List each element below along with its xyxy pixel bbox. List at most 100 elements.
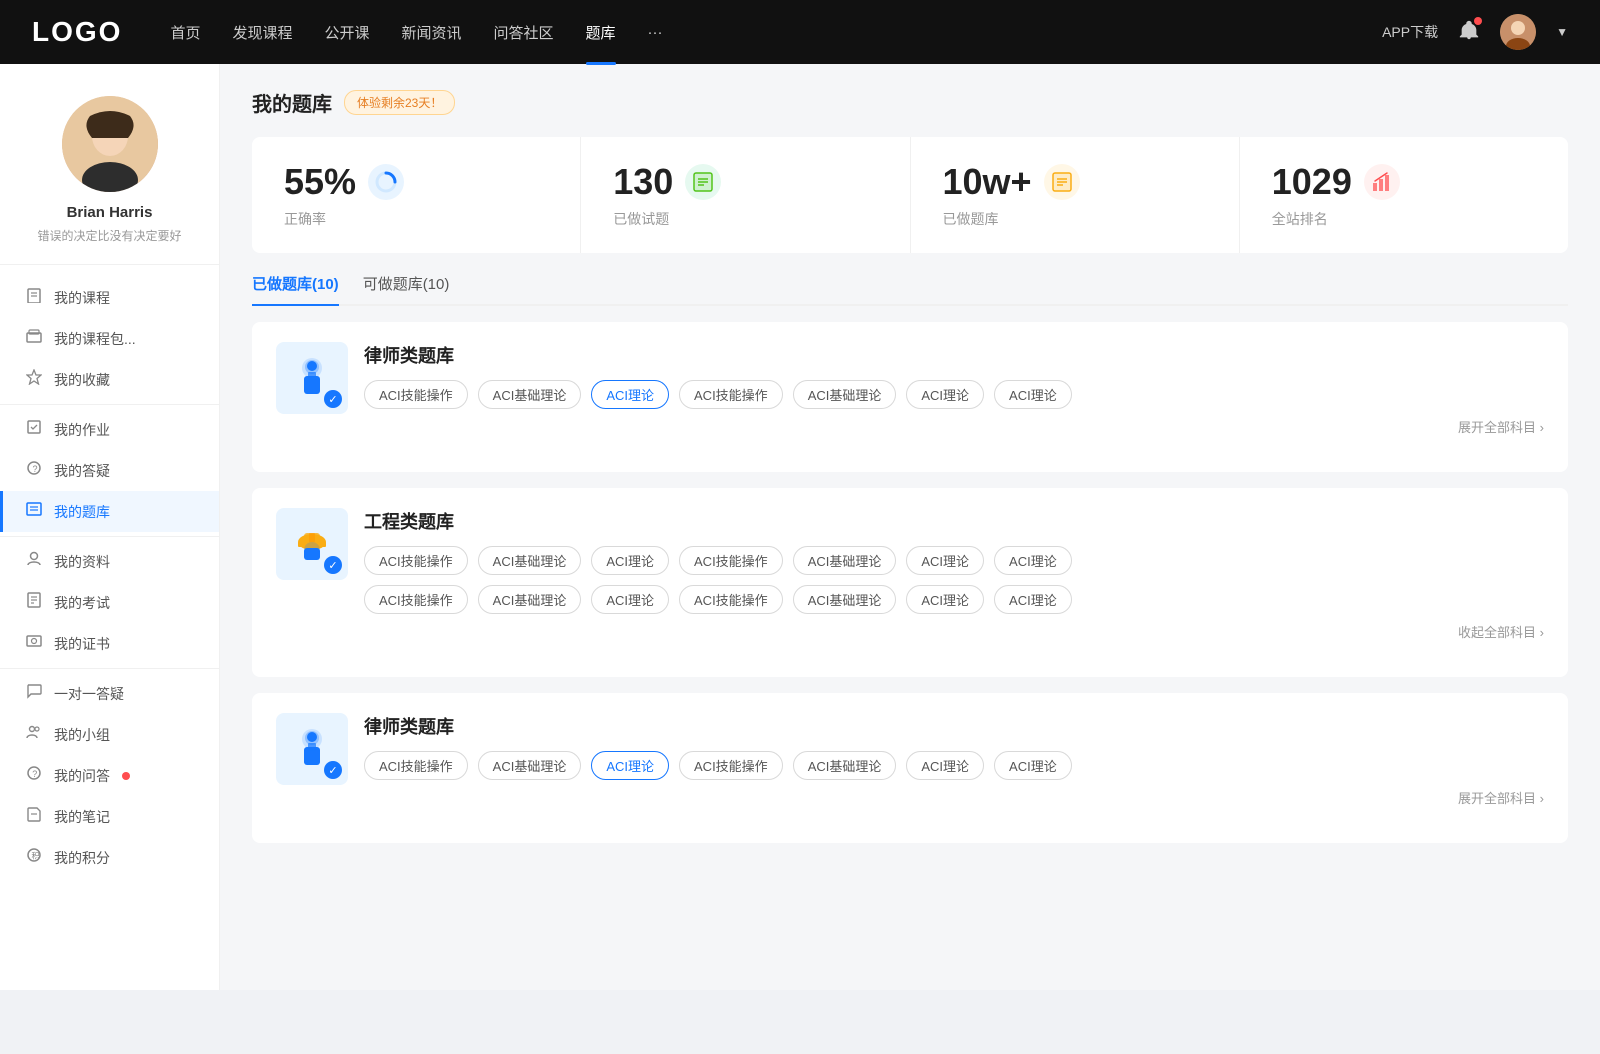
done-banks-icon [1044,164,1080,200]
tag[interactable]: ACI技能操作 [679,585,783,614]
nav-news[interactable]: 新闻资讯 [402,22,462,43]
app-download-button[interactable]: APP下载 [1382,22,1438,42]
tag[interactable]: ACI技能操作 [364,380,468,409]
sidebar-label: 我的课程 [54,288,110,308]
tag[interactable]: ACI基础理论 [478,751,582,780]
tag[interactable]: ACI基础理论 [478,546,582,575]
tag[interactable]: ACI基础理论 [793,585,897,614]
sidebar-item-questions[interactable]: ? 我的答疑 [0,450,219,491]
sidebar-item-my-course[interactable]: 我的课程 [0,277,219,318]
tag[interactable]: ACI理论 [994,585,1072,614]
sidebar-label: 我的题库 [54,502,110,522]
tag[interactable]: ACI技能操作 [364,751,468,780]
tag[interactable]: ACI理论 [994,751,1072,780]
expand-button-lawyer1[interactable]: 展开全部科目 › [364,417,1544,436]
qbank-tags-engineer-row2: ACI技能操作 ACI基础理论 ACI理论 ACI技能操作 ACI基础理论 AC… [364,585,1544,614]
sidebar-label: 我的考试 [54,593,110,613]
tag[interactable]: ACI理论 [994,380,1072,409]
sidebar-item-points[interactable]: 积 我的积分 [0,837,219,878]
nav-home[interactable]: 首页 [170,22,200,43]
nav-discover[interactable]: 发现课程 [232,22,292,43]
sidebar-item-one-on-one[interactable]: 一对一答疑 [0,673,219,714]
nav-qbank[interactable]: 题库 [586,22,616,43]
sidebar-profile: Brian Harris 错误的决定比没有决定要好 [0,96,219,265]
stat-banks-value: 10w+ [943,161,1032,203]
qbank-icon-lawyer2: ✓ [276,713,348,785]
qbank-tags-lawyer2: ACI技能操作 ACI基础理论 ACI理论 ACI技能操作 ACI基础理论 AC… [364,751,1544,780]
package-icon [24,328,44,349]
sidebar-item-exam[interactable]: 我的考试 [0,582,219,623]
sidebar-label: 我的小组 [54,725,110,745]
main-content: 我的题库 体验剩余23天！ 55% 正确率 1 [220,64,1600,990]
sidebar-label: 我的问答 [54,766,110,786]
user-avatar[interactable] [1500,14,1536,50]
tag[interactable]: ACI基础理论 [793,380,897,409]
sidebar-label: 我的课程包... [54,329,136,349]
profile-icon [24,551,44,572]
tag-active[interactable]: ACI理论 [591,380,669,409]
sidebar-avatar-image [62,96,158,192]
done-questions-icon [685,164,721,200]
tag[interactable]: ACI理论 [994,546,1072,575]
tag[interactable]: ACI技能操作 [679,380,783,409]
tag[interactable]: ACI理论 [591,585,669,614]
stat-done-questions: 130 已做试题 [581,137,910,253]
bell-dot [1474,17,1482,25]
sidebar-item-favorites[interactable]: 我的收藏 [0,359,219,400]
check-badge: ✓ [324,390,342,408]
tag[interactable]: ACI基础理论 [793,751,897,780]
svg-text:?: ? [32,769,37,779]
group-icon [24,724,44,745]
tag[interactable]: ACI理论 [906,546,984,575]
tag[interactable]: ACI技能操作 [364,585,468,614]
nav-open-course[interactable]: 公开课 [324,22,369,43]
avatar-image [1500,14,1536,50]
tag[interactable]: ACI理论 [906,585,984,614]
sidebar-label: 我的答疑 [54,461,110,481]
sidebar-item-group[interactable]: 我的小组 [0,714,219,755]
tag[interactable]: ACI基础理论 [478,585,582,614]
main-layout: Brian Harris 错误的决定比没有决定要好 我的课程 我的课程包... [0,64,1600,990]
stat-accuracy-label: 正确率 [284,209,548,229]
tag[interactable]: ACI技能操作 [679,546,783,575]
tag[interactable]: ACI技能操作 [679,751,783,780]
rank-icon [1364,164,1400,200]
sidebar-item-homework[interactable]: 我的作业 [0,409,219,450]
nav-qa[interactable]: 问答社区 [494,22,554,43]
sidebar-label: 我的资料 [54,552,110,572]
stat-rank: 1029 全站排名 [1240,137,1568,253]
sidebar-item-notes[interactable]: 我的笔记 [0,796,219,837]
sidebar-item-course-package[interactable]: 我的课程包... [0,318,219,359]
sidebar-item-profile[interactable]: 我的资料 [0,541,219,582]
tab-row: 已做题库(10) 可做题库(10) [252,273,1568,306]
stat-done-value: 130 [613,161,673,203]
sidebar-label: 我的积分 [54,848,110,868]
stat-accuracy: 55% 正确率 [252,137,581,253]
navbar-logo: LOGO [32,16,122,48]
svg-text:积: 积 [32,851,40,861]
qbank-card-engineer: ✓ 工程类题库 ACI技能操作 ACI基础理论 ACI理论 ACI技能操作 AC… [252,488,1568,677]
tag[interactable]: ACI理论 [906,380,984,409]
tag-active[interactable]: ACI理论 [591,751,669,780]
notification-bell[interactable] [1458,19,1480,46]
stat-banks-label: 已做题库 [943,209,1207,229]
expand-button-lawyer2[interactable]: 展开全部科目 › [364,788,1544,807]
tag[interactable]: ACI理论 [591,546,669,575]
sidebar-item-qbank[interactable]: 我的题库 [0,491,219,532]
check-badge: ✓ [324,761,342,779]
tab-available-banks[interactable]: 可做题库(10) [363,273,450,304]
stat-done-label: 已做试题 [613,209,877,229]
nav-more[interactable]: ··· [648,24,663,41]
tag[interactable]: ACI理论 [906,751,984,780]
sidebar: Brian Harris 错误的决定比没有决定要好 我的课程 我的课程包... [0,64,220,990]
tab-done-banks[interactable]: 已做题库(10) [252,273,339,304]
tag[interactable]: ACI基础理论 [793,546,897,575]
stat-rank-value: 1029 [1272,161,1352,203]
sidebar-item-certificate[interactable]: 我的证书 [0,623,219,664]
tag[interactable]: ACI技能操作 [364,546,468,575]
user-menu-chevron[interactable]: ▼ [1556,25,1568,39]
sidebar-item-my-qa[interactable]: ? 我的问答 [0,755,219,796]
tag[interactable]: ACI基础理论 [478,380,582,409]
collapse-button-engineer[interactable]: 收起全部科目 › [364,622,1544,641]
sidebar-label: 我的证书 [54,634,110,654]
